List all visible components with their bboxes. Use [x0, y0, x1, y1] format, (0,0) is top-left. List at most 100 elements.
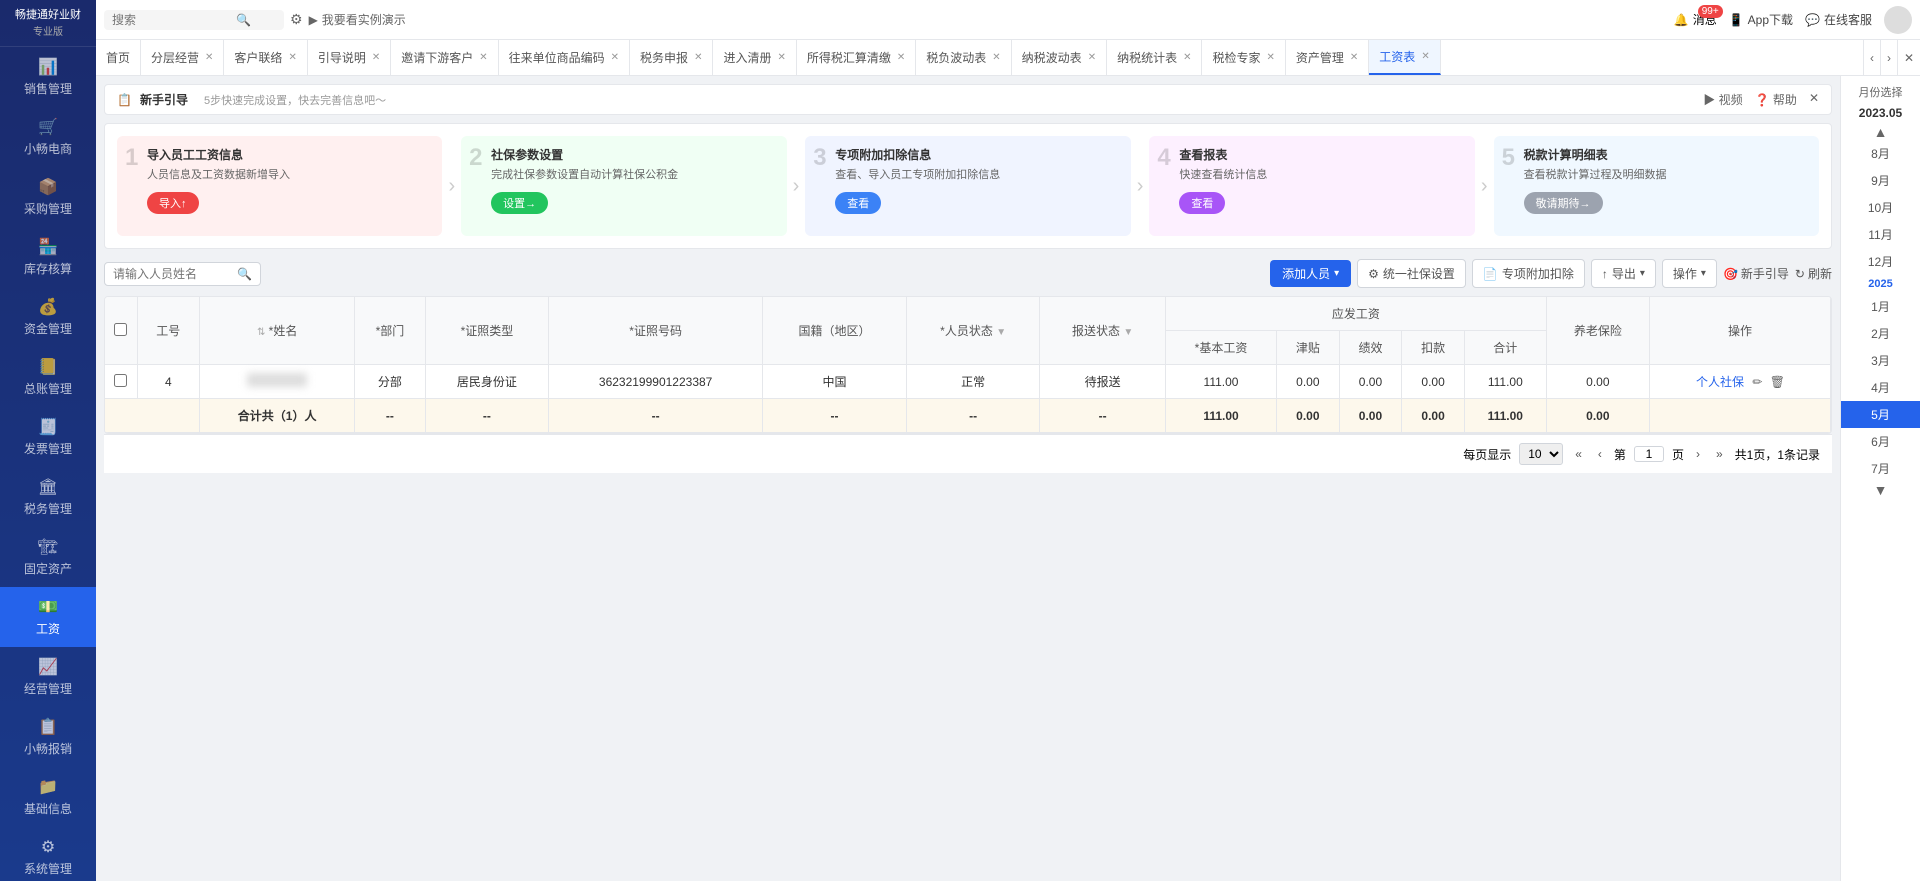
tab-tax-fluctuation[interactable]: 纳税波动表 ✕	[1012, 40, 1107, 75]
month-item-4[interactable]: 4月	[1841, 374, 1920, 401]
avatar[interactable]	[1884, 6, 1912, 34]
tab-tax-burden[interactable]: 税负波动表 ✕	[916, 40, 1011, 75]
guide-help-link[interactable]: ❓ 帮助	[1755, 91, 1797, 108]
month-item-9[interactable]: 9月	[1841, 167, 1920, 194]
sidebar-item-purchase[interactable]: 📦 采购管理	[0, 167, 96, 227]
tab-income-close[interactable]: ✕	[897, 52, 905, 63]
sidebar-item-tax[interactable]: 🏛 税务管理	[0, 467, 96, 527]
tab-tax-expert[interactable]: 税检专家 ✕	[1202, 40, 1285, 75]
tab-inventory-close[interactable]: ✕	[777, 52, 785, 63]
tab-invite[interactable]: 邀请下游客户 ✕	[391, 40, 498, 75]
navtabs-close-all[interactable]: ✕	[1897, 40, 1920, 76]
tab-salary-table[interactable]: 工资表 ✕	[1369, 40, 1440, 75]
row-checkbox[interactable]	[114, 374, 127, 387]
tab-salary-close[interactable]: ✕	[1421, 51, 1429, 62]
action-personal-insurance[interactable]: 个人社保	[1696, 375, 1744, 389]
tab-layered-close[interactable]: ✕	[205, 52, 213, 63]
tab-guide-desc[interactable]: 引导说明 ✕	[308, 40, 391, 75]
person-search-input[interactable]	[113, 267, 233, 281]
guide-bar-right: ▶ 视频 ❓ 帮助 ✕	[1703, 91, 1819, 108]
step-btn-4[interactable]: 查看	[1179, 192, 1225, 214]
tab-invite-label: 邀请下游客户	[401, 49, 473, 66]
add-person-button[interactable]: 添加人员 ▾	[1270, 260, 1351, 287]
prev-page-button[interactable]: ‹	[1594, 445, 1606, 463]
navtabs-prev-arrow[interactable]: ‹	[1863, 40, 1880, 76]
month-down-arrow[interactable]: ▼	[1874, 482, 1888, 498]
tab-product-close[interactable]: ✕	[611, 52, 619, 63]
month-item-10[interactable]: 10月	[1841, 194, 1920, 221]
operations-button[interactable]: 操作 ▾	[1662, 259, 1717, 288]
tab-fluctuation-close[interactable]: ✕	[1088, 52, 1096, 63]
export-button[interactable]: ↑ 导出 ▾	[1591, 259, 1656, 288]
sidebar-item-basic[interactable]: 📁 基础信息	[0, 767, 96, 827]
tab-tax-close[interactable]: ✕	[694, 52, 702, 63]
month-item-11[interactable]: 11月	[1841, 221, 1920, 248]
month-item-12[interactable]: 12月	[1841, 248, 1920, 275]
sidebar-item-ledger[interactable]: 📒 总账管理	[0, 347, 96, 407]
tab-stats-close[interactable]: ✕	[1183, 52, 1191, 63]
unified-settings-button[interactable]: ⚙ 统一社保设置	[1357, 259, 1466, 288]
month-item-1[interactable]: 1月	[1841, 293, 1920, 320]
per-page-select[interactable]: 10 20 50	[1519, 443, 1563, 465]
new-guide-button[interactable]: 🎯 新手引导	[1723, 265, 1789, 282]
tab-income-tax[interactable]: 所得税汇算清缴 ✕	[797, 40, 916, 75]
month-item-8[interactable]: 8月	[1841, 140, 1920, 167]
sort-icon-name[interactable]: ⇅	[257, 327, 265, 338]
first-page-button[interactable]: «	[1571, 445, 1586, 463]
tab-burden-close[interactable]: ✕	[992, 52, 1000, 63]
sidebar-item-system[interactable]: ⚙ 系统管理	[0, 827, 96, 881]
sidebar-item-invoice[interactable]: 🧾 发票管理	[0, 407, 96, 467]
guide-close-button[interactable]: ✕	[1809, 91, 1819, 108]
month-item-6[interactable]: 6月	[1841, 428, 1920, 455]
refresh-button[interactable]: ↻ 刷新	[1795, 265, 1832, 282]
month-item-5[interactable]: 5月	[1841, 401, 1920, 428]
action-delete-icon[interactable]: 🗑	[1770, 375, 1785, 389]
topbar-search-input[interactable]	[112, 13, 232, 27]
filter-status-icon[interactable]: ▼	[996, 327, 1006, 338]
message-button[interactable]: 🔔 消息 99+	[1674, 11, 1717, 28]
month-year-2025[interactable]: 2025	[1868, 275, 1892, 293]
online-service-button[interactable]: 💬 在线客服	[1805, 11, 1872, 28]
action-edit-icon[interactable]: ✏	[1752, 375, 1762, 389]
select-all-checkbox[interactable]	[114, 323, 127, 336]
step-btn-1[interactable]: 导入↑	[147, 192, 199, 214]
tab-product-code[interactable]: 往来单位商品编码 ✕	[499, 40, 630, 75]
tab-home[interactable]: 首页	[96, 40, 141, 75]
step-btn-3[interactable]: 查看	[835, 192, 881, 214]
sidebar-item-operations[interactable]: 📈 经营管理	[0, 647, 96, 707]
sidebar-item-inventory[interactable]: 🏪 库存核算	[0, 227, 96, 287]
app-download-button[interactable]: 📱 App下载	[1729, 11, 1793, 28]
step-btn-5[interactable]: 敬请期待→	[1524, 192, 1603, 214]
tab-asset-close[interactable]: ✕	[1350, 52, 1358, 63]
sidebar-item-sales[interactable]: 📊 销售管理	[0, 47, 96, 107]
step-btn-2[interactable]: 设置→	[491, 192, 548, 214]
next-page-button[interactable]: ›	[1692, 445, 1704, 463]
topbar-demo-button[interactable]: ▶ 我要看实例演示	[309, 11, 406, 28]
tab-inventory[interactable]: 进入清册 ✕	[713, 40, 796, 75]
tab-tax-stats[interactable]: 纳税统计表 ✕	[1107, 40, 1202, 75]
topbar-gear-icon[interactable]: ⚙	[290, 11, 303, 28]
tab-customer-close[interactable]: ✕	[288, 52, 296, 63]
filter-report-icon[interactable]: ▼	[1123, 327, 1133, 338]
special-deduction-button[interactable]: 📄 专项附加扣除	[1472, 259, 1585, 288]
tab-asset-mgmt[interactable]: 资产管理 ✕	[1286, 40, 1369, 75]
guide-video-link[interactable]: ▶ 视频	[1703, 91, 1742, 108]
month-up-arrow[interactable]: ▲	[1874, 124, 1888, 140]
tab-customer[interactable]: 客户联络 ✕	[224, 40, 307, 75]
sidebar-item-funds[interactable]: 💰 资金管理	[0, 287, 96, 347]
last-page-button[interactable]: »	[1712, 445, 1727, 463]
sidebar-item-report[interactable]: 📋 小畅报销	[0, 707, 96, 767]
tab-expert-close[interactable]: ✕	[1267, 52, 1275, 63]
tab-layered[interactable]: 分层经营 ✕	[141, 40, 224, 75]
month-item-7[interactable]: 7月	[1841, 455, 1920, 482]
month-item-3[interactable]: 3月	[1841, 347, 1920, 374]
month-item-2[interactable]: 2月	[1841, 320, 1920, 347]
tab-guide-close[interactable]: ✕	[372, 52, 380, 63]
tab-tax-report[interactable]: 税务申报 ✕	[630, 40, 713, 75]
sidebar-item-salary[interactable]: 💵 工资	[0, 587, 96, 647]
page-input[interactable]	[1634, 446, 1664, 462]
tab-invite-close[interactable]: ✕	[479, 52, 487, 63]
navtabs-next-arrow[interactable]: ›	[1880, 40, 1897, 76]
sidebar-item-assets[interactable]: 🏗 固定资产	[0, 527, 96, 587]
sidebar-item-ecommerce[interactable]: 🛒 小畅电商	[0, 107, 96, 167]
